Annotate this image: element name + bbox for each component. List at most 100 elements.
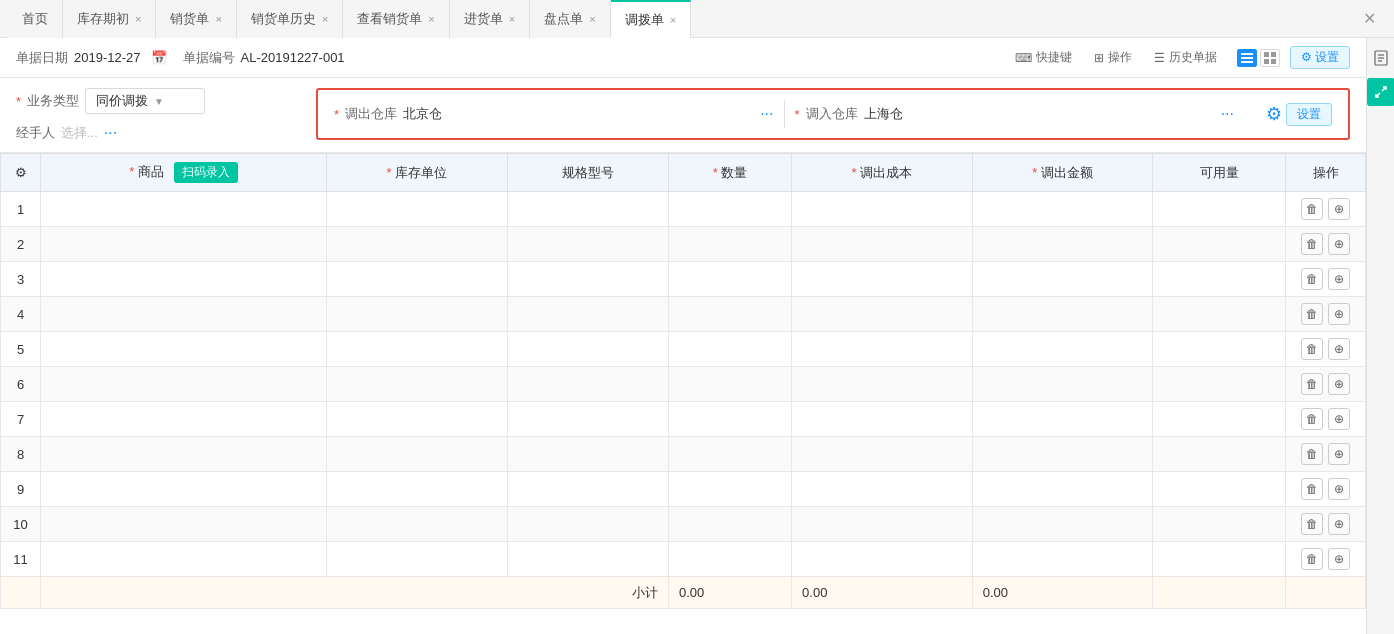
th-unit: * 库存单位 xyxy=(326,154,507,192)
tab-purchase-order[interactable]: 进货单 × xyxy=(450,0,530,38)
delete-row-button[interactable]: 🗑 xyxy=(1301,303,1323,325)
history-doc-button[interactable]: ☰ 历史单据 xyxy=(1148,47,1223,68)
handler-group: 经手人 选择... ··· xyxy=(16,124,296,142)
copy-row-button[interactable]: ⊕ xyxy=(1328,443,1350,465)
scan-entry-button[interactable]: 扫码录入 xyxy=(174,162,238,183)
copy-row-button[interactable]: ⊕ xyxy=(1328,373,1350,395)
transfer-out-more-icon[interactable]: ··· xyxy=(760,106,773,122)
close-icon[interactable]: × xyxy=(428,13,434,25)
tab-inventory-check[interactable]: 盘点单 × xyxy=(530,0,610,38)
close-icon[interactable]: × xyxy=(589,13,595,25)
table-container: ⚙ * 商品 扫码录入 * 库存单位 规格型号 xyxy=(0,153,1366,634)
data-table: ⚙ * 商品 扫码录入 * 库存单位 规格型号 xyxy=(0,153,1366,609)
svg-rect-0 xyxy=(1241,53,1253,55)
date-field: 单据日期 2019-12-27 📅 xyxy=(16,49,167,67)
table-header-row: ⚙ * 商品 扫码录入 * 库存单位 规格型号 xyxy=(1,154,1366,192)
tab-view-sales[interactable]: 查看销货单 × xyxy=(343,0,449,38)
warehouse-box: * 调出仓库 北京仓 ··· * 调入仓库 上海仓 ··· xyxy=(316,88,1350,140)
delete-row-button[interactable]: 🗑 xyxy=(1301,548,1323,570)
svg-rect-3 xyxy=(1264,52,1269,57)
delete-row-button[interactable]: 🗑 xyxy=(1301,338,1323,360)
calendar-icon[interactable]: 📅 xyxy=(151,50,167,65)
view-list-icon[interactable] xyxy=(1237,49,1257,67)
copy-row-button[interactable]: ⊕ xyxy=(1328,408,1350,430)
toolbar: 单据日期 2019-12-27 📅 单据编号 AL-20191227-001 ⌨… xyxy=(0,38,1366,78)
grid-icon: ⊞ xyxy=(1094,51,1104,65)
svg-rect-1 xyxy=(1241,57,1253,59)
sidebar-note-icon[interactable] xyxy=(1369,46,1393,70)
copy-row-button[interactable]: ⊕ xyxy=(1328,268,1350,290)
svg-rect-4 xyxy=(1271,52,1276,57)
doc-number-field: 单据编号 AL-20191227-001 xyxy=(183,49,345,67)
delete-row-button[interactable]: 🗑 xyxy=(1301,233,1323,255)
table-row: 4 🗑 ⊕ xyxy=(1,297,1366,332)
keyboard-icon: ⌨ xyxy=(1015,51,1032,65)
copy-row-button[interactable]: ⊕ xyxy=(1328,338,1350,360)
close-icon[interactable]: × xyxy=(322,13,328,25)
copy-row-button[interactable]: ⊕ xyxy=(1328,233,1350,255)
handler-more-icon[interactable]: ··· xyxy=(104,125,117,141)
form-area: * 业务类型 同价调拨 ▼ 经手人 选择... ··· xyxy=(0,78,1366,153)
delete-row-button[interactable]: 🗑 xyxy=(1301,373,1323,395)
copy-row-button[interactable]: ⊕ xyxy=(1328,198,1350,220)
th-available: 可用量 xyxy=(1153,154,1286,192)
table-row: 1 🗑 ⊕ xyxy=(1,192,1366,227)
operations-button[interactable]: ⊞ 操作 xyxy=(1088,47,1138,68)
table-row: 10 🗑 ⊕ xyxy=(1,507,1366,542)
table-row: 3 🗑 ⊕ xyxy=(1,262,1366,297)
th-operations: 操作 xyxy=(1286,154,1366,192)
settings2-button[interactable]: 设置 xyxy=(1286,103,1332,126)
delete-row-button[interactable]: 🗑 xyxy=(1301,513,1323,535)
delete-row-button[interactable]: 🗑 xyxy=(1301,268,1323,290)
transfer-out-group: * 调出仓库 北京仓 ··· xyxy=(334,105,774,123)
table-row: 8 🗑 ⊕ xyxy=(1,437,1366,472)
delete-row-button[interactable]: 🗑 xyxy=(1301,408,1323,430)
svg-rect-2 xyxy=(1241,61,1253,63)
close-icon[interactable]: × xyxy=(135,13,141,25)
transfer-in-more-icon[interactable]: ··· xyxy=(1221,106,1234,122)
tab-inventory-init[interactable]: 库存期初 × xyxy=(63,0,156,38)
table-row: 5 🗑 ⊕ xyxy=(1,332,1366,367)
svg-rect-6 xyxy=(1271,59,1276,64)
subtotal-row: 小计 0.00 0.00 0.00 xyxy=(1,577,1366,609)
th-transfer-amount: * 调出金额 xyxy=(972,154,1153,192)
tab-sales-history[interactable]: 销货单历史 × xyxy=(237,0,343,38)
close-all-tabs-button[interactable]: ✕ xyxy=(1353,9,1386,28)
settings-button[interactable]: ⚙ 设置 xyxy=(1290,46,1350,69)
th-qty: * 数量 xyxy=(668,154,791,192)
close-icon[interactable]: × xyxy=(215,13,221,25)
chevron-down-icon: ▼ xyxy=(154,96,164,107)
handler-select[interactable]: 选择... xyxy=(61,124,98,142)
view-grid-icon[interactable] xyxy=(1260,49,1280,67)
table-row: 9 🗑 ⊕ xyxy=(1,472,1366,507)
copy-row-button[interactable]: ⊕ xyxy=(1328,548,1350,570)
copy-row-button[interactable]: ⊕ xyxy=(1328,478,1350,500)
th-gear[interactable]: ⚙ xyxy=(1,154,41,192)
divider xyxy=(784,100,785,128)
copy-row-button[interactable]: ⊕ xyxy=(1328,513,1350,535)
delete-row-button[interactable]: 🗑 xyxy=(1301,443,1323,465)
close-icon[interactable]: × xyxy=(670,14,676,26)
th-product: * 商品 扫码录入 xyxy=(41,154,327,192)
copy-row-button[interactable]: ⊕ xyxy=(1328,303,1350,325)
tab-home[interactable]: 首页 xyxy=(8,0,63,38)
right-sidebar xyxy=(1366,38,1394,634)
business-type-group: * 业务类型 同价调拨 ▼ xyxy=(16,88,296,114)
table-row: 2 🗑 ⊕ xyxy=(1,227,1366,262)
table-row: 6 🗑 ⊕ xyxy=(1,367,1366,402)
tab-bar: 首页 库存期初 × 销货单 × 销货单历史 × 查看销货单 × 进货单 × 盘点… xyxy=(0,0,1394,38)
table-row: 11 🗑 ⊕ xyxy=(1,542,1366,577)
svg-rect-5 xyxy=(1264,59,1269,64)
tab-sales-order[interactable]: 销货单 × xyxy=(156,0,236,38)
delete-row-button[interactable]: 🗑 xyxy=(1301,198,1323,220)
transfer-in-group: * 调入仓库 上海仓 ··· xyxy=(795,105,1235,123)
close-icon[interactable]: × xyxy=(509,13,515,25)
sidebar-expand-icon[interactable] xyxy=(1367,78,1395,106)
delete-row-button[interactable]: 🗑 xyxy=(1301,478,1323,500)
business-type-select[interactable]: 同价调拨 ▼ xyxy=(85,88,205,114)
table-row: 7 🗑 ⊕ xyxy=(1,402,1366,437)
quick-key-button[interactable]: ⌨ 快捷键 xyxy=(1009,47,1078,68)
tab-transfer-order[interactable]: 调拨单 × xyxy=(611,0,691,38)
settings2-icon[interactable]: ⚙ xyxy=(1266,103,1282,125)
settings-icon: ⚙ xyxy=(1301,50,1315,64)
